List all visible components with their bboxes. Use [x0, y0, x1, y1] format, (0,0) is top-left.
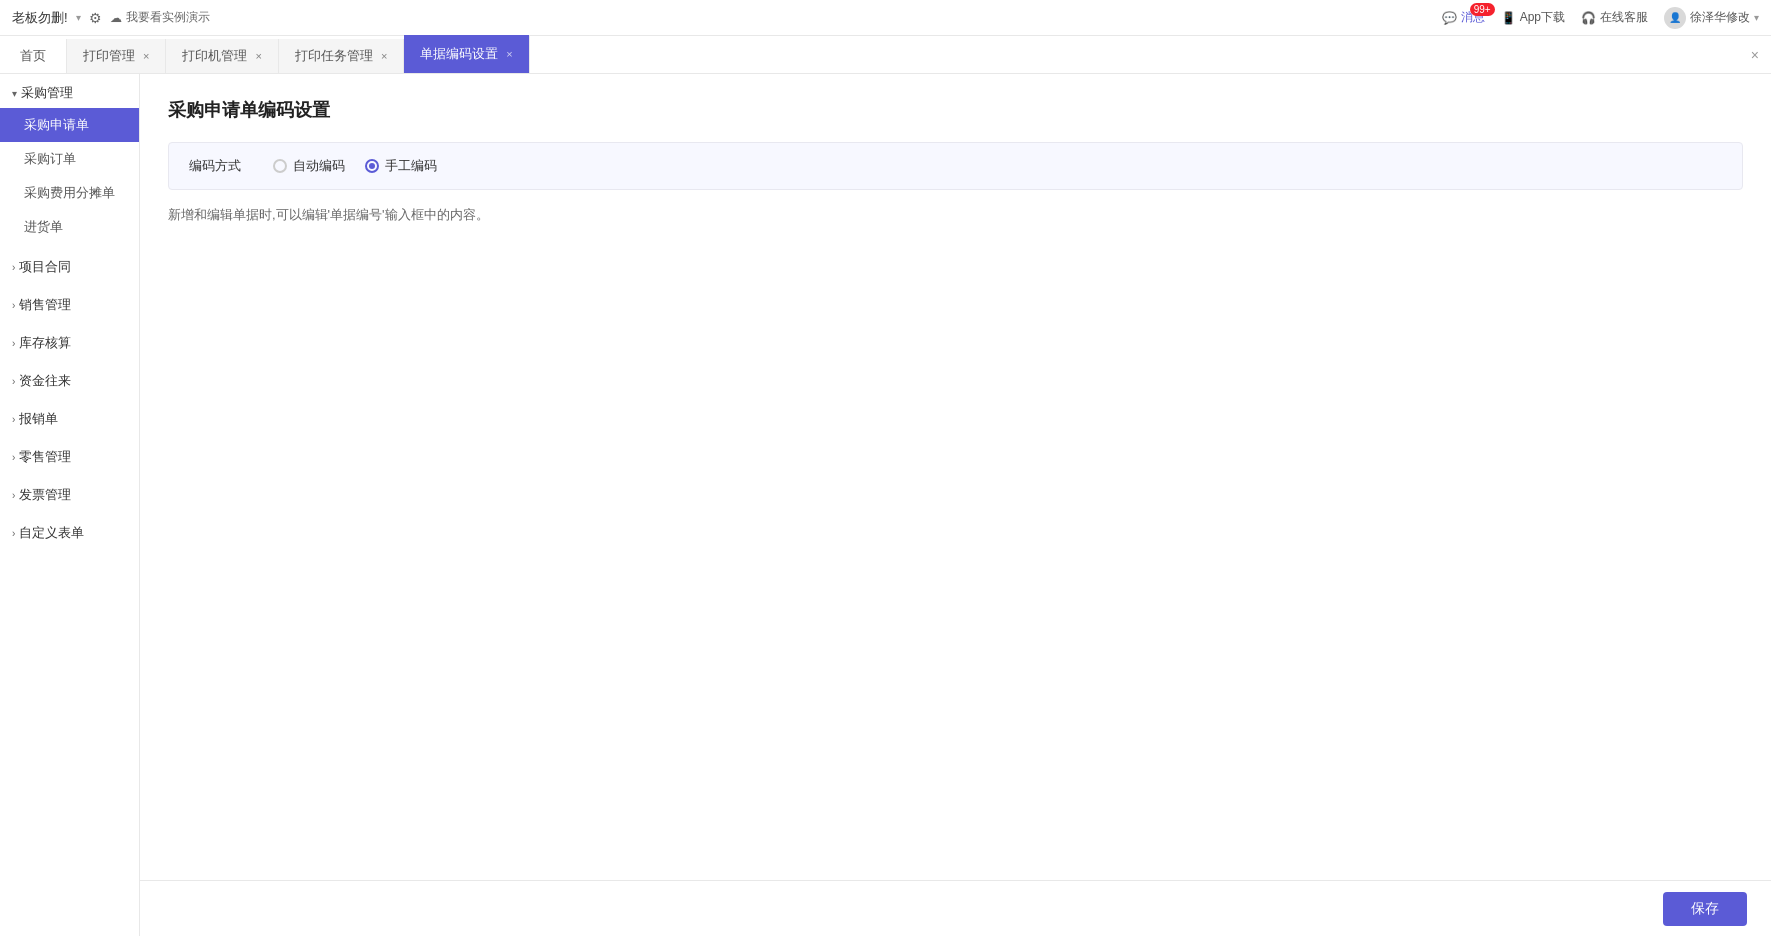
main-content: 采购申请单编码设置 编码方式 自动编码 手工编码 新增和编辑单据时,可以编辑'单… [140, 74, 1771, 936]
app-download-button[interactable]: 📱 App下载 [1501, 9, 1565, 26]
online-service-button[interactable]: 🎧 在线客服 [1581, 9, 1648, 26]
top-bar-left: 老板勿删! ▾ ⚙ ☁ 我要看实例演示 [12, 9, 210, 27]
sidebar-item-purchase-expense[interactable]: 采购费用分摊单 [0, 176, 139, 210]
expand-icon: › [12, 262, 15, 273]
brand-label: 老板勿删! [12, 9, 68, 27]
sidebar-group-funds-label: 资金往来 [19, 372, 71, 390]
user-chevron-icon: ▾ [1754, 12, 1759, 23]
tab-home-label: 首页 [20, 47, 46, 65]
coding-method-section: 编码方式 自动编码 手工编码 [168, 142, 1743, 190]
top-bar-right: 💬 消息 99+ 📱 App下载 🎧 在线客服 👤 徐泽华修改 ▾ [1442, 7, 1759, 29]
sidebar-group-sales-label: 销售管理 [19, 296, 71, 314]
expand-icon-retail: › [12, 452, 15, 463]
sidebar-group-purchase-label: 采购管理 [21, 84, 73, 102]
cloud-label: 我要看实例演示 [126, 9, 210, 26]
description-text: 新增和编辑单据时,可以编辑'单据编号'输入框中的内容。 [168, 206, 1743, 224]
username: 徐泽华修改 [1690, 9, 1750, 26]
sidebar-item-purchase-request[interactable]: 采购申请单 [0, 108, 139, 142]
phone-icon: 📱 [1501, 11, 1516, 25]
sidebar-group-funds: › 资金往来 [0, 362, 139, 396]
expand-icon-sales: › [12, 300, 15, 311]
sidebar-group-sales: › 销售管理 [0, 286, 139, 320]
sidebar-group-returns: › 报销单 [0, 400, 139, 434]
expand-icon-inventory: › [12, 338, 15, 349]
radio-manual-code[interactable]: 手工编码 [365, 157, 437, 175]
sidebar-group-funds-header[interactable]: › 资金往来 [0, 362, 139, 396]
tab-printer-mgmt-close[interactable]: × [255, 50, 261, 62]
tab-print-job-close[interactable]: × [381, 50, 387, 62]
message-badge: 99+ [1470, 3, 1495, 16]
sidebar-group-inventory-header[interactable]: › 库存核算 [0, 324, 139, 358]
page-title: 采购申请单编码设置 [168, 98, 1743, 122]
sidebar-group-custom-form-header[interactable]: › 自定义表单 [0, 514, 139, 548]
tab-barcode-setting-label: 单据编码设置 [420, 45, 498, 63]
tab-barcode-setting[interactable]: 单据编码设置 × [404, 35, 529, 73]
sidebar-group-inventory-label: 库存核算 [19, 334, 71, 352]
tab-print-mgmt-close[interactable]: × [143, 50, 149, 62]
sidebar-group-retail-header[interactable]: › 零售管理 [0, 438, 139, 472]
radio-circle-auto [273, 159, 287, 173]
cloud-icon[interactable]: ☁ 我要看实例演示 [110, 9, 210, 26]
manual-code-label: 手工编码 [385, 157, 437, 175]
auto-code-label: 自动编码 [293, 157, 345, 175]
online-service-label: 在线客服 [1600, 9, 1648, 26]
tab-barcode-setting-close[interactable]: × [506, 48, 512, 60]
sidebar-group-invoice: › 发票管理 [0, 476, 139, 510]
save-button[interactable]: 保存 [1663, 892, 1747, 926]
window-close-button[interactable]: × [1751, 47, 1759, 63]
headset-icon: 🎧 [1581, 11, 1596, 25]
sidebar-group-retail: › 零售管理 [0, 438, 139, 472]
message-button[interactable]: 💬 消息 99+ [1442, 9, 1485, 26]
sidebar-group-retail-label: 零售管理 [19, 448, 71, 466]
sidebar-group-inventory: › 库存核算 [0, 324, 139, 358]
chevron-down-icon[interactable]: ▾ [76, 12, 81, 23]
tab-printer-mgmt[interactable]: 打印机管理 × [166, 39, 278, 73]
expand-icon-funds: › [12, 376, 15, 387]
radio-auto-code[interactable]: 自动编码 [273, 157, 345, 175]
user-menu[interactable]: 👤 徐泽华修改 ▾ [1664, 7, 1759, 29]
sidebar-group-invoice-label: 发票管理 [19, 486, 71, 504]
sidebar-group-returns-label: 报销单 [19, 410, 58, 428]
sidebar-group-custom-form: › 自定义表单 [0, 514, 139, 548]
expand-icon-returns: › [12, 414, 15, 425]
coding-method-label: 编码方式 [189, 157, 241, 175]
sidebar-group-project-label: 项目合同 [19, 258, 71, 276]
sidebar-group-invoice-header[interactable]: › 发票管理 [0, 476, 139, 510]
sidebar: ▾ 采购管理 采购申请单 采购订单 采购费用分摊单 进货单 › 项目合同 [0, 74, 140, 936]
expand-icon-custom-form: › [12, 528, 15, 539]
tab-print-mgmt-label: 打印管理 [83, 47, 135, 65]
tab-home[interactable]: 首页 [0, 39, 67, 73]
sidebar-group-returns-header[interactable]: › 报销单 [0, 400, 139, 434]
avatar: 👤 [1664, 7, 1686, 29]
tab-printer-mgmt-label: 打印机管理 [182, 47, 247, 65]
collapse-icon: ▾ [12, 88, 17, 99]
top-bar: 老板勿删! ▾ ⚙ ☁ 我要看实例演示 💬 消息 99+ 📱 App下载 🎧 在… [0, 0, 1771, 36]
radio-group-coding: 自动编码 手工编码 [273, 157, 437, 175]
expand-icon-invoice: › [12, 490, 15, 501]
sidebar-group-custom-form-label: 自定义表单 [19, 524, 84, 542]
tab-bar: 首页 打印管理 × 打印机管理 × 打印任务管理 × 单据编码设置 × × [0, 36, 1771, 74]
tab-print-job-label: 打印任务管理 [295, 47, 373, 65]
settings-icon[interactable]: ⚙ [89, 10, 102, 26]
tab-print-job[interactable]: 打印任务管理 × [279, 39, 404, 73]
main-layout: ▾ 采购管理 采购申请单 采购订单 采购费用分摊单 进货单 › 项目合同 [0, 74, 1771, 936]
sidebar-group-project-contract: › 项目合同 [0, 248, 139, 282]
sidebar-item-purchase-order[interactable]: 采购订单 [0, 142, 139, 176]
sidebar-item-stock-in[interactable]: 进货单 [0, 210, 139, 244]
tab-print-mgmt[interactable]: 打印管理 × [67, 39, 166, 73]
radio-circle-manual [365, 159, 379, 173]
sidebar-group-sales-header[interactable]: › 销售管理 [0, 286, 139, 320]
sidebar-group-project-contract-header[interactable]: › 项目合同 [0, 248, 139, 282]
bottom-bar: 保存 [140, 880, 1771, 936]
app-download-label: App下载 [1520, 9, 1565, 26]
sidebar-group-purchase-header[interactable]: ▾ 采购管理 [0, 74, 139, 108]
sidebar-group-purchase: ▾ 采购管理 采购申请单 采购订单 采购费用分摊单 进货单 [0, 74, 139, 244]
